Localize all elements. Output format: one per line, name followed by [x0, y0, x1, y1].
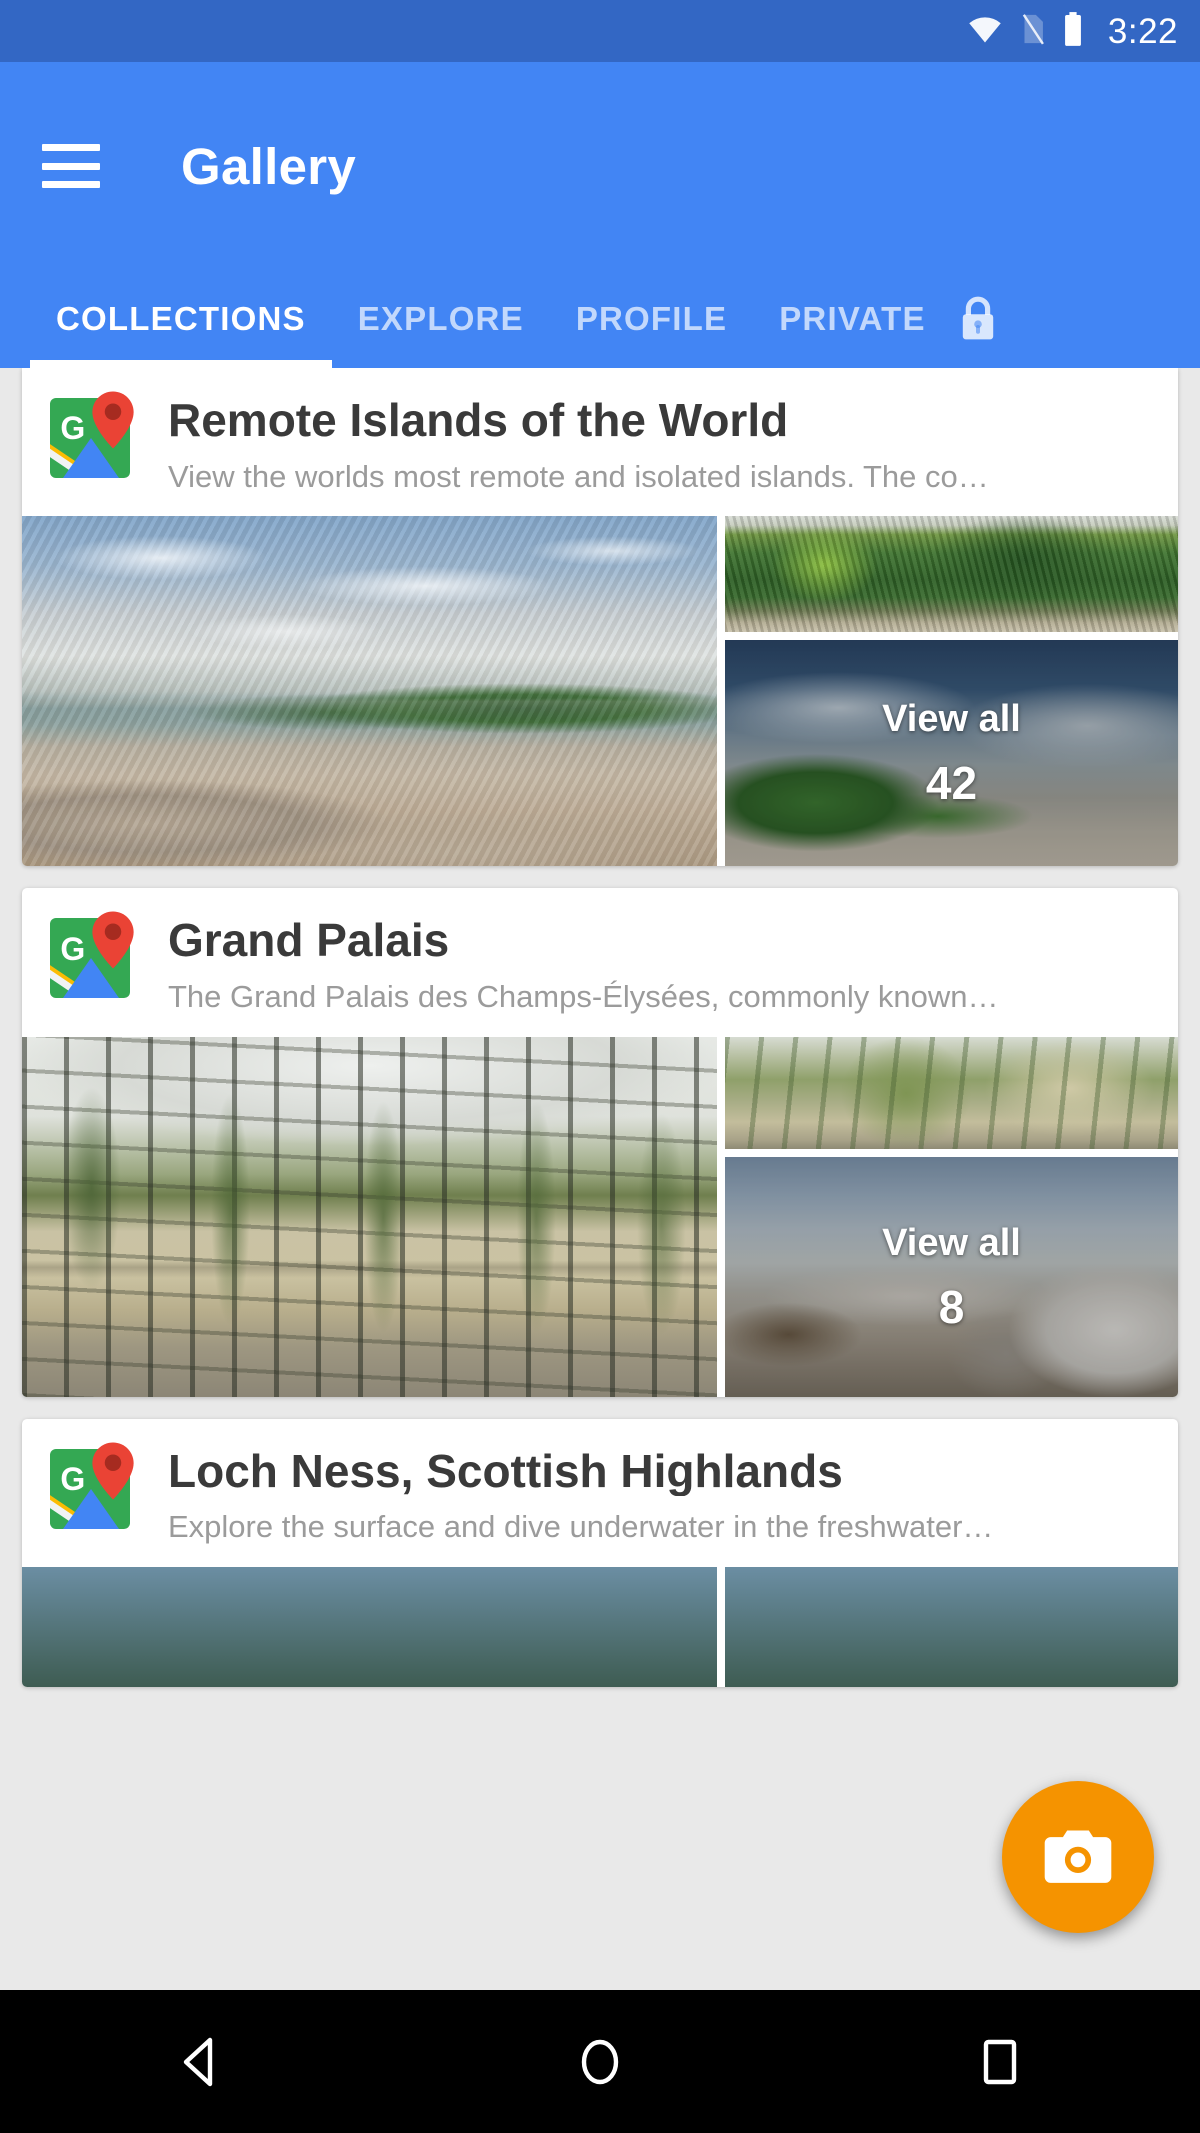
collection-card[interactable]: G Loch Ness, Scottish Highlands Explore … [22, 1418, 1178, 1688]
collection-image-grid: View all 42 [22, 516, 1178, 867]
collection-photo-secondary[interactable] [725, 1036, 1178, 1149]
no-sim-icon [1020, 12, 1046, 51]
google-maps-icon: G [50, 1442, 134, 1529]
collection-title: Grand Palais [168, 916, 450, 967]
recents-icon[interactable] [900, 1990, 1100, 2133]
collection-description: Explore the surface and dive underwater … [168, 1510, 994, 1545]
collection-title: Loch Ness, Scottish Highlands [168, 1446, 843, 1497]
map-pin-icon [92, 391, 134, 449]
back-icon[interactable] [100, 1990, 300, 2133]
map-pin-icon [92, 1442, 134, 1500]
collection-photo-secondary[interactable] [725, 516, 1178, 633]
tab-bar: COLLECTIONS EXPLORE PROFILE PRIVATE [0, 270, 1200, 368]
collection-title: Remote Islands of the World [168, 396, 789, 446]
android-navigation-bar [0, 1990, 1200, 2133]
google-maps-icon: G [50, 911, 134, 999]
battery-icon [1062, 11, 1084, 52]
view-all-label: View all [882, 1221, 1021, 1264]
tab-profile[interactable]: PROFILE [550, 270, 753, 368]
view-all-label: View all [882, 698, 1021, 741]
collection-photo-primary[interactable] [22, 516, 717, 867]
view-all-count: 8 [938, 1280, 965, 1333]
tab-collections[interactable]: COLLECTIONS [30, 270, 332, 368]
tab-profile-label: PROFILE [575, 300, 728, 337]
google-maps-icon: G [50, 391, 134, 478]
hamburger-menu-icon[interactable] [42, 144, 100, 188]
status-icons [966, 11, 1084, 52]
collection-card-header: G Remote Islands of the World View the w… [22, 368, 1178, 516]
tab-private-label: PRIVATE [779, 300, 926, 337]
collection-photo-secondary[interactable] [725, 1567, 1178, 1688]
phone-screen: 3:22 Gallery COLLECTIONS EXPLORE PROFILE… [0, 0, 1200, 2133]
collection-card-header: G Grand Palais The Grand Palais des Cham… [22, 888, 1178, 1036]
view-all-count: 42 [925, 757, 978, 810]
status-bar-time: 3:22 [1107, 11, 1178, 51]
collection-photo-primary[interactable] [22, 1036, 717, 1397]
camera-icon [1044, 1830, 1112, 1883]
app-bar: Gallery [0, 62, 1200, 270]
tab-collections-label: COLLECTIONS [56, 300, 306, 337]
page-title: Gallery [181, 137, 357, 195]
lock-icon [952, 270, 1020, 368]
tab-explore[interactable]: EXPLORE [332, 270, 550, 368]
tab-explore-label: EXPLORE [357, 300, 524, 337]
collection-image-grid: View all 8 [22, 1036, 1178, 1397]
view-all-tile[interactable]: View all 8 [725, 1156, 1178, 1397]
view-all-tile[interactable]: View all 42 [725, 640, 1178, 867]
tab-private[interactable]: PRIVATE [753, 270, 952, 368]
camera-fab-button[interactable] [1002, 1781, 1154, 1933]
collection-photo-primary[interactable] [22, 1567, 717, 1688]
collection-description: View the worlds most remote and isolated… [168, 459, 989, 494]
home-icon[interactable] [500, 1990, 700, 2133]
wifi-icon [966, 14, 1004, 49]
collection-description: The Grand Palais des Champs-Élysées, com… [168, 980, 999, 1015]
map-pin-icon [92, 911, 134, 969]
collection-image-grid [22, 1567, 1178, 1688]
collection-card[interactable]: G Grand Palais The Grand Palais des Cham… [22, 888, 1178, 1397]
status-bar: 3:22 [0, 0, 1200, 62]
collection-card[interactable]: G Remote Islands of the World View the w… [22, 368, 1178, 867]
collection-card-header: G Loch Ness, Scottish Highlands Explore … [22, 1419, 1178, 1567]
